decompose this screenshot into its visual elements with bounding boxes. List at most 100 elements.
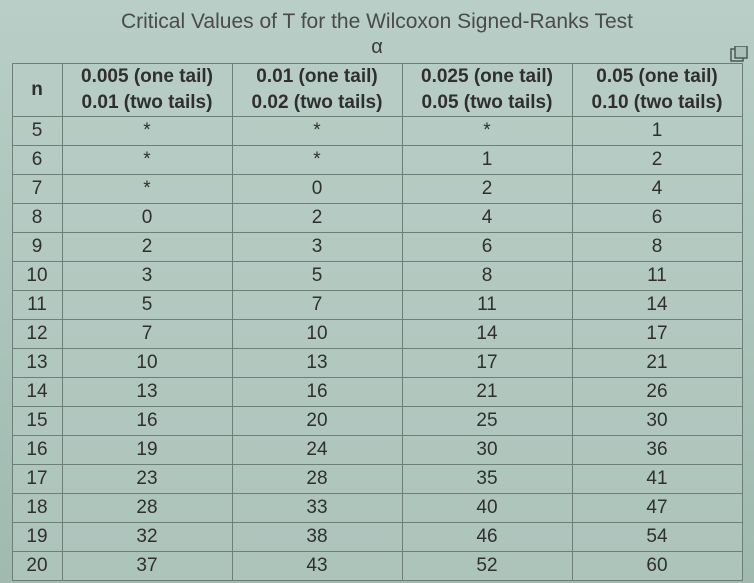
n-cell: 19 [12,523,62,552]
value-cell: 8 [402,262,572,291]
value-cell: 0 [62,204,232,233]
value-cell: * [232,117,402,146]
value-cell: 36 [572,436,742,465]
col-header-one-2: 0.025 (one tail) [402,64,572,91]
value-cell: 13 [62,378,232,407]
table-row: 1516202530 [12,407,742,436]
table-row: 11571114 [12,291,742,320]
table-row: 92368 [12,233,742,262]
value-cell: 11 [402,291,572,320]
n-cell: 9 [12,233,62,262]
value-cell: 1 [572,117,742,146]
alpha-label: α [8,36,746,59]
value-cell: 10 [232,320,402,349]
table-row: 1932384654 [12,523,742,552]
value-cell: 60 [572,552,742,581]
n-cell: 15 [12,407,62,436]
n-cell: 13 [12,349,62,378]
col-header-two-3: 0.10 (two tails) [572,90,742,117]
popout-icon[interactable] [730,46,748,62]
n-cell: 5 [12,117,62,146]
value-cell: 17 [402,349,572,378]
value-cell: 26 [572,378,742,407]
n-cell: 7 [12,175,62,204]
value-cell: 14 [572,291,742,320]
value-cell: 13 [232,349,402,378]
table-row: 80246 [12,204,742,233]
value-cell: 47 [572,494,742,523]
value-cell: 3 [62,262,232,291]
critical-values-table: n 0.005 (one tail) 0.01 (one tail) 0.025… [12,63,743,581]
value-cell: 14 [402,320,572,349]
value-cell: 1 [402,146,572,175]
value-cell: 54 [572,523,742,552]
value-cell: 30 [402,436,572,465]
n-cell: 18 [12,494,62,523]
value-cell: * [62,175,232,204]
n-cell: 14 [12,378,62,407]
col-header-two-0: 0.01 (two tails) [62,90,232,117]
value-cell: 2 [62,233,232,262]
value-cell: 2 [402,175,572,204]
table-row: 6**12 [12,146,742,175]
value-cell: 32 [62,523,232,552]
value-cell: * [402,117,572,146]
value-cell: 20 [232,407,402,436]
value-cell: 35 [402,465,572,494]
value-cell: * [62,117,232,146]
value-cell: 2 [572,146,742,175]
value-cell: 10 [62,349,232,378]
n-cell: 20 [12,552,62,581]
n-cell: 11 [12,291,62,320]
value-cell: 30 [572,407,742,436]
table-row: 5***1 [12,117,742,146]
value-cell: 3 [232,233,402,262]
n-cell: 6 [12,146,62,175]
value-cell: 25 [402,407,572,436]
value-cell: 37 [62,552,232,581]
table-row: 1723283541 [12,465,742,494]
value-cell: 4 [402,204,572,233]
value-cell: 5 [62,291,232,320]
value-cell: 43 [232,552,402,581]
n-cell: 12 [12,320,62,349]
n-cell: 8 [12,204,62,233]
table-row: 1035811 [12,262,742,291]
table-row: 1828334047 [12,494,742,523]
value-cell: 21 [402,378,572,407]
value-cell: 6 [572,204,742,233]
table-row: 1310131721 [12,349,742,378]
value-cell: 28 [232,465,402,494]
value-cell: 46 [402,523,572,552]
table-row: 1413162126 [12,378,742,407]
value-cell: 7 [232,291,402,320]
table-body: 5***16**127*0248024692368103581111571114… [12,117,742,581]
value-cell: 7 [62,320,232,349]
value-cell: 40 [402,494,572,523]
table-row: 1619243036 [12,436,742,465]
value-cell: 4 [572,175,742,204]
value-cell: 6 [402,233,572,262]
value-cell: 8 [572,233,742,262]
value-cell: 21 [572,349,742,378]
n-cell: 16 [12,436,62,465]
col-header-one-3: 0.05 (one tail) [572,64,742,91]
value-cell: 2 [232,204,402,233]
value-cell: 41 [572,465,742,494]
table-row: 7*024 [12,175,742,204]
value-cell: * [232,146,402,175]
col-header-two-2: 0.05 (two tails) [402,90,572,117]
value-cell: * [62,146,232,175]
table-row: 2037435260 [12,552,742,581]
value-cell: 28 [62,494,232,523]
value-cell: 52 [402,552,572,581]
value-cell: 38 [232,523,402,552]
n-cell: 10 [12,262,62,291]
value-cell: 16 [232,378,402,407]
value-cell: 0 [232,175,402,204]
value-cell: 19 [62,436,232,465]
col-header-two-1: 0.02 (two tails) [232,90,402,117]
value-cell: 11 [572,262,742,291]
table-row: 127101417 [12,320,742,349]
value-cell: 16 [62,407,232,436]
